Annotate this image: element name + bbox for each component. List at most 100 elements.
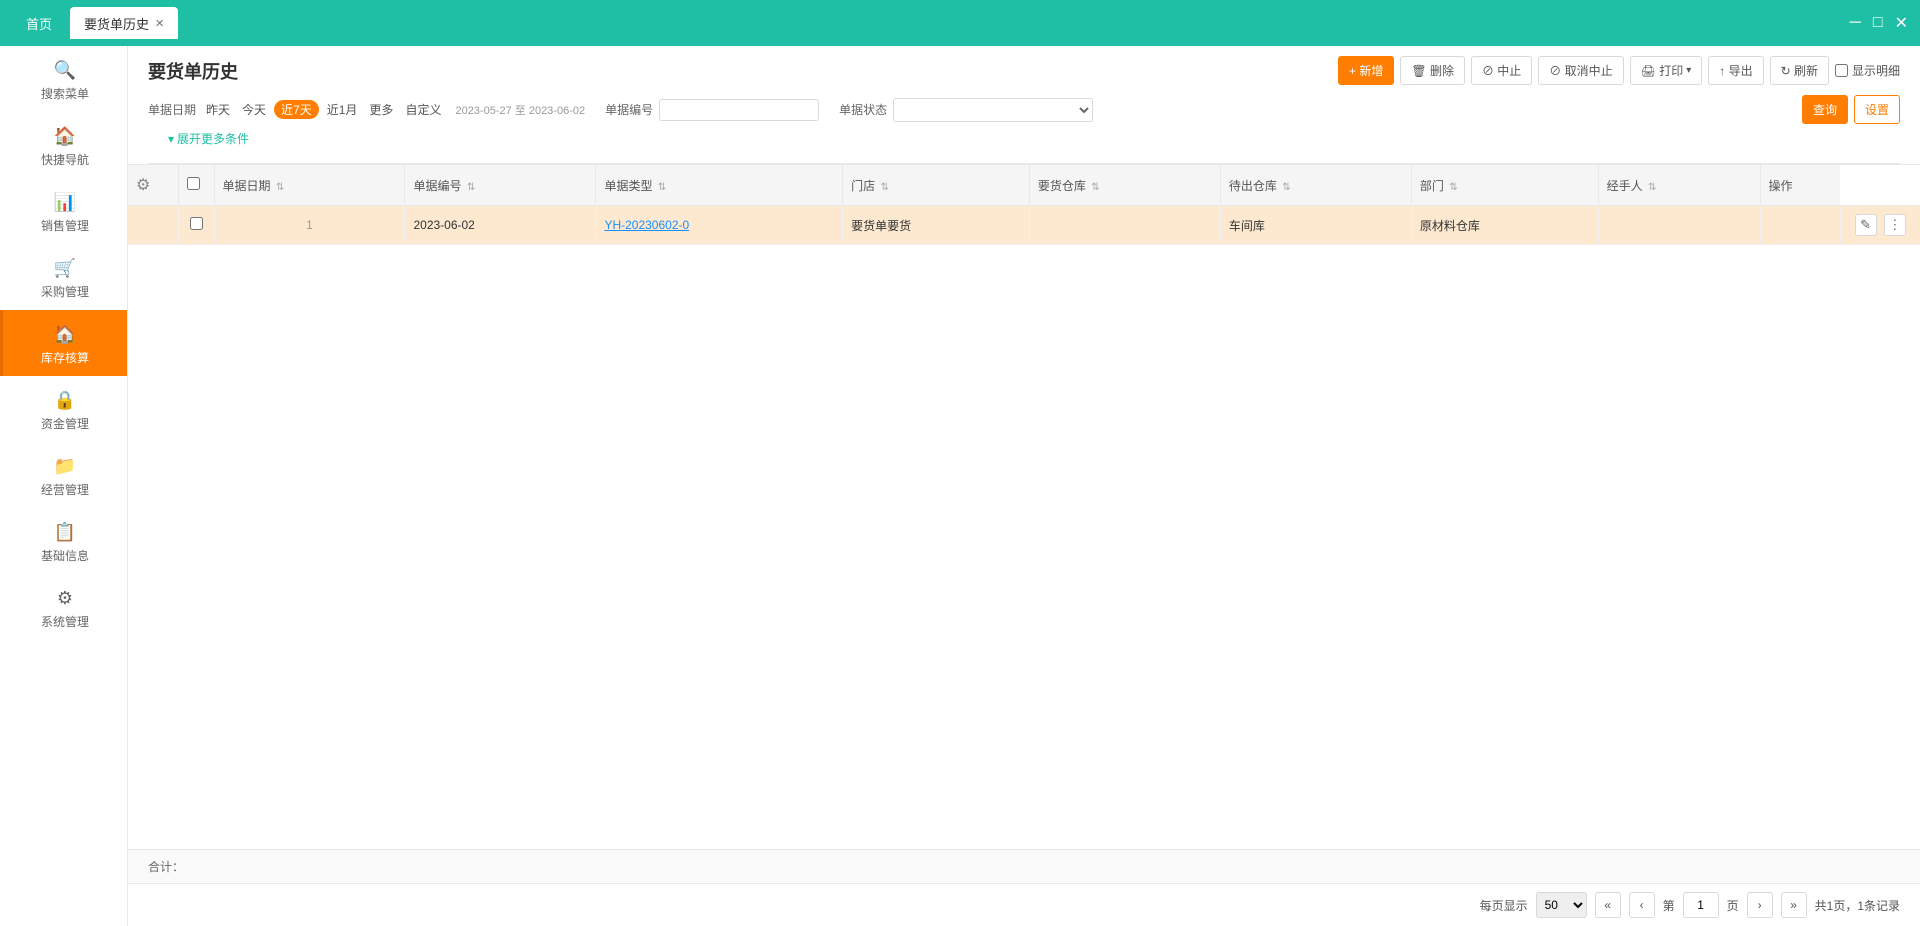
shortcut-today[interactable]: 今天 [238,100,270,119]
shortcut-custom[interactable]: 自定义 [401,100,445,119]
system-icon: ⚙ [57,588,73,609]
row-docno-cell: YH-20230602-0 [596,206,843,245]
expand-label: 展开更多条件 [177,130,249,147]
row-check-cell [178,206,214,245]
print-chevron-icon: ▾ [1686,65,1691,76]
th-handler: 经手人 ⇅ [1598,165,1760,206]
row-checkbox[interactable] [190,217,203,230]
total-info: 共1页，1条记录 [1815,897,1900,914]
sort-doctype-icon[interactable]: ⇅ [658,182,666,193]
th-docno: 单据编号 ⇅ [405,165,596,206]
sidebar-item-basic-info[interactable]: 📋 基础信息 [0,508,127,574]
first-page-button[interactable]: « [1595,892,1621,918]
tab-close-icon[interactable]: ✕ [155,17,164,30]
row-reqwarehouse-cell: 车间库 [1220,206,1411,245]
th-date: 单据日期 ⇅ [214,165,405,206]
minimize-button[interactable]: ─ [1850,14,1861,32]
sort-handler-icon[interactable]: ⇅ [1648,182,1656,193]
maximize-button[interactable]: □ [1873,14,1883,32]
row-edit-button[interactable]: ✎ [1855,214,1877,236]
th-reqwarehouse-label: 要货仓库 [1038,179,1086,193]
sidebar-item-search-menu[interactable]: 🔍 搜索菜单 [0,46,127,112]
summary-label: 合计： [148,860,184,874]
delete-button[interactable]: 🗑 删除 [1400,56,1465,85]
show-detail-label: 显示明细 [1852,62,1900,79]
shortcut-yesterday[interactable]: 昨天 [202,100,234,119]
page-number-input[interactable] [1683,892,1719,918]
close-button[interactable]: ✕ [1895,13,1908,33]
row-num-cell: 1 [214,206,405,245]
query-button[interactable]: 查询 [1802,95,1848,124]
sort-store-icon[interactable]: ⇅ [881,182,889,193]
date-shortcuts: 昨天 今天 近7天 近1月 更多 自定义 [202,100,445,119]
stop-button[interactable]: ⊘ 中止 [1471,56,1532,85]
export-button[interactable]: ↑ 导出 [1708,56,1763,85]
th-store-label: 门店 [851,179,875,193]
finance-icon: 🔒 [54,390,76,411]
window-controls: ─ □ ✕ [1850,13,1908,33]
sort-dept-icon[interactable]: ⇅ [1449,182,1457,193]
sidebar-item-sales[interactable]: 📊 销售管理 [0,178,127,244]
sort-docno-icon[interactable]: ⇅ [467,182,475,193]
expand-filter-button[interactable]: ▾ 展开更多条件 [168,130,1900,147]
row-docno-link[interactable]: YH-20230602-0 [604,218,689,232]
tab-home[interactable]: 首页 [12,7,66,39]
sidebar-item-basic-info-label: 基础信息 [41,547,89,564]
th-ops: 操作 [1760,165,1840,206]
show-detail-checkbox[interactable] [1835,64,1848,77]
per-page-select[interactable]: 50 100 200 [1536,892,1587,918]
refresh-button[interactable]: ↻ 刷新 [1770,56,1829,85]
row-store-cell [1029,206,1220,245]
th-doctype: 单据类型 ⇅ [596,165,843,206]
table-settings-button[interactable]: ⚙ [136,175,150,195]
tab-history[interactable]: 要货单历史 ✕ [70,7,178,39]
row-pendwarehouse-cell: 原材料仓库 [1411,206,1598,245]
sidebar-item-quick-nav[interactable]: 🏠 快捷导航 [0,112,127,178]
last-page-button[interactable]: » [1781,892,1807,918]
row-ops-cell: ✎ ⋮ [1840,206,1920,245]
table-body: 1 2023-06-02 YH-20230602-0 要货单要货 车间库 原材料… [128,206,1920,245]
sidebar-item-purchase[interactable]: 🛒 采购管理 [0,244,127,310]
date-range-display: 2023-05-27 至 2023-06-02 [455,102,585,118]
th-check [178,165,214,206]
cancel-stop-button[interactable]: ⊘ 取消中止 [1538,56,1623,85]
prev-page-button[interactable]: ‹ [1629,892,1655,918]
th-dept: 部门 ⇅ [1411,165,1598,206]
sidebar-item-system[interactable]: ⚙ 系统管理 [0,574,127,640]
docno-input[interactable] [659,99,819,121]
new-button[interactable]: + 新增 [1338,56,1394,85]
content-area: 要货单历史 + 新增 🗑 删除 ⊘ 中止 ⊘ 取消中止 🖨 打印 ▾ ↑ 导出 … [128,46,1920,926]
print-button[interactable]: 🖨 打印 ▾ [1630,56,1703,85]
shortcut-more[interactable]: 更多 [365,100,397,119]
sort-pendwarehouse-icon[interactable]: ⇅ [1282,182,1290,193]
sort-date-icon[interactable]: ⇅ [276,182,284,193]
shortcut-1month[interactable]: 近1月 [323,100,362,119]
row-dept-cell [1598,206,1760,245]
pagination-bar: 每页显示 50 100 200 « ‹ 第 页 › » 共1页，1条记录 [128,883,1920,926]
show-detail-toggle[interactable]: 显示明细 [1835,62,1900,79]
search-menu-icon: 🔍 [54,60,76,81]
page-suffix: 页 [1727,897,1739,914]
th-date-label: 单据日期 [223,179,271,193]
sidebar-item-operation[interactable]: 📁 经营管理 [0,442,127,508]
inventory-icon: 🏠 [54,324,76,345]
table-header-row: ⚙ 单据日期 ⇅ 单据编号 ⇅ [128,165,1920,206]
main-area: 🔍 搜索菜单 🏠 快捷导航 📊 销售管理 🛒 采购管理 🏠 库存核算 🔒 [0,46,1920,926]
status-select[interactable] [893,98,1093,122]
next-page-button[interactable]: › [1747,892,1773,918]
sort-reqwarehouse-icon[interactable]: ⇅ [1091,182,1099,193]
th-pendwarehouse-label: 待出仓库 [1229,179,1277,193]
th-doctype-label: 单据类型 [604,179,652,193]
sidebar-item-inventory[interactable]: 🏠 库存核算 [0,310,127,376]
sidebar-item-finance[interactable]: 🔒 资金管理 [0,376,127,442]
settings-button[interactable]: 设置 [1854,95,1900,124]
print-label: 🖨 打印 [1641,62,1684,79]
th-ops-label: 操作 [1769,179,1793,193]
shortcut-7days[interactable]: 近7天 [274,100,319,119]
select-all-checkbox[interactable] [187,177,200,190]
sidebar-item-inventory-label: 库存核算 [41,349,89,366]
purchase-icon: 🛒 [54,258,76,279]
row-more-button[interactable]: ⋮ [1884,214,1906,236]
date-filter-group: 单据日期 昨天 今天 近7天 近1月 更多 自定义 2023-05-27 至 2… [148,100,585,119]
sidebar-item-purchase-label: 采购管理 [41,283,89,300]
